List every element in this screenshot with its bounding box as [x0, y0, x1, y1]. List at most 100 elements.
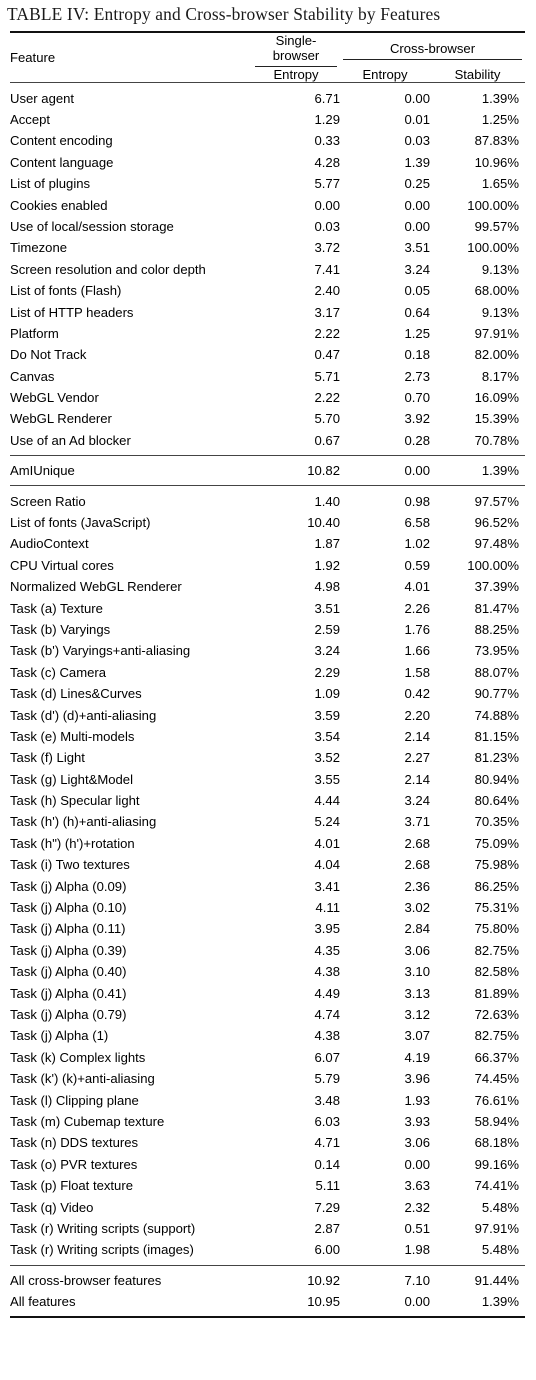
table-row: Task (d) Lines&Curves 1.09 0.42 90.77%	[10, 683, 525, 704]
cell-cross-browser-stability: 68.18%	[474, 1135, 519, 1151]
cell-cross-browser-entropy: 3.71	[404, 814, 430, 830]
cell-cross-browser-entropy: 0.64	[404, 304, 430, 320]
table-row: Task (o) PVR textures 0.14 0.00 99.16%	[10, 1154, 525, 1175]
cell-feature: Task (r) Writing scripts (support)	[10, 1220, 196, 1236]
table-row: Task (h') (h)+anti-aliasing 5.24 3.71 70.35…	[10, 811, 525, 832]
table-row: Task (l) Clipping plane 3.48 1.93 76.61%	[10, 1089, 525, 1110]
cell-cross-browser-entropy: 2.14	[404, 771, 430, 787]
table-row: WebGL Vendor 2.22 0.70 16.09%	[10, 387, 525, 408]
table-row: Content language 4.28 1.39 10.96%	[10, 152, 525, 173]
cell-feature: Task (j) Alpha (0.11)	[10, 921, 126, 937]
cell-single-browser-entropy: 6.07	[314, 1049, 340, 1065]
cell-feature: Task (d) Lines&Curves	[10, 686, 142, 702]
cell-feature: CPU Virtual cores	[10, 557, 114, 573]
table-row: All cross-browser features 10.92 7.10 91.44…	[10, 1270, 525, 1291]
cell-single-browser-entropy: 0.03	[314, 218, 340, 234]
table-row: Screen Ratio 1.40 0.98 97.57%	[10, 490, 525, 511]
table-row: WebGL Renderer 5.70 3.92 15.39%	[10, 408, 525, 429]
cell-single-browser-entropy: 4.28	[314, 154, 340, 170]
cell-feature: Use of an Ad blocker	[10, 432, 131, 448]
cell-cross-browser-entropy: 0.51	[404, 1220, 430, 1236]
cell-feature: Use of local/session storage	[10, 218, 174, 234]
cell-feature: Task (j) Alpha (0.41)	[10, 985, 127, 1001]
cell-feature: WebGL Renderer	[10, 411, 112, 427]
cell-single-browser-entropy: 5.79	[314, 1071, 340, 1087]
cell-single-browser-entropy: 3.59	[314, 707, 340, 723]
cell-feature: List of plugins	[10, 176, 91, 192]
table-row: Do Not Track 0.47 0.18 82.00%	[10, 344, 525, 365]
cell-cross-browser-entropy: 3.63	[404, 1178, 430, 1194]
cell-cross-browser-entropy: 3.24	[404, 793, 430, 809]
cell-feature: Task (m) Cubemap texture	[10, 1113, 165, 1129]
cell-cross-browser-stability: 81.47%	[474, 600, 519, 616]
table-row: Task (j) Alpha (0.09) 3.41 2.36 86.25%	[10, 875, 525, 896]
cell-single-browser-entropy: 10.82	[307, 463, 340, 479]
cell-single-browser-entropy: 3.52	[314, 750, 340, 766]
cell-single-browser-entropy: 4.35	[314, 942, 340, 958]
cell-cross-browser-stability: 82.75%	[474, 1028, 519, 1044]
cell-cross-browser-stability: 75.98%	[474, 857, 519, 873]
table-row: Task (m) Cubemap texture 6.03 3.93 58.94%	[10, 1111, 525, 1132]
cell-cross-browser-entropy: 3.06	[404, 1135, 430, 1151]
cell-feature: Screen Ratio	[10, 493, 86, 509]
table-row: Task (f) Light 3.52 2.27 81.23%	[10, 747, 525, 768]
table-caption: TABLE IV: Entropy and Cross-browser Stab…	[7, 4, 441, 24]
cell-cross-browser-stability: 1.39%	[481, 463, 519, 479]
cell-cross-browser-entropy: 1.76	[404, 621, 430, 637]
cell-feature: Task (k') (k)+anti-aliasing	[10, 1071, 155, 1087]
cell-cross-browser-entropy: 0.00	[404, 463, 430, 479]
cell-single-browser-entropy: 3.48	[314, 1092, 340, 1108]
table-row: List of plugins 5.77 0.25 1.65%	[10, 173, 525, 194]
cell-cross-browser-entropy: 2.68	[404, 857, 430, 873]
cell-single-browser-entropy: 0.14	[314, 1156, 340, 1172]
column-header-cross-entropy: Entropy	[362, 67, 408, 83]
cell-single-browser-entropy: 6.00	[314, 1242, 340, 1258]
table-row: List of fonts (JavaScript) 10.40 6.58 96.52…	[10, 512, 525, 533]
cell-feature: Task (i) Two textures	[10, 857, 130, 873]
cell-cross-browser-stability: 70.35%	[474, 814, 519, 830]
cell-feature: WebGL Vendor	[10, 390, 99, 406]
cell-feature: All cross-browser features	[10, 1272, 162, 1288]
cell-single-browser-entropy: 1.40	[314, 493, 340, 509]
cell-cross-browser-stability: 5.48%	[481, 1199, 519, 1215]
cell-cross-browser-stability: 87.83%	[474, 133, 519, 149]
table-row: Content encoding 0.33 0.03 87.83%	[10, 130, 525, 151]
table-row: Timezone 3.72 3.51 100.00%	[10, 237, 525, 258]
table-row: Task (j) Alpha (0.39) 4.35 3.06 82.75%	[10, 940, 525, 961]
column-group-single-browser: Single-browser	[252, 33, 340, 68]
table-row: Task (b) Varyings 2.59 1.76 88.25%	[10, 619, 525, 640]
cell-feature: Do Not Track	[10, 347, 87, 363]
cell-cross-browser-entropy: 3.96	[404, 1071, 430, 1087]
cell-single-browser-entropy: 7.29	[314, 1199, 340, 1215]
cell-cross-browser-stability: 100.00%	[467, 240, 519, 256]
cell-single-browser-entropy: 0.00	[314, 197, 340, 213]
cell-feature: Platform	[10, 325, 59, 341]
cell-feature: Task (j) Alpha (0.10)	[10, 900, 127, 916]
cell-cross-browser-entropy: 2.73	[404, 368, 430, 384]
cell-feature: List of fonts (JavaScript)	[10, 515, 151, 531]
table-row: User agent 6.71 0.00 1.39%	[10, 87, 525, 108]
cell-cross-browser-entropy: 2.14	[404, 728, 430, 744]
cell-cross-browser-entropy: 0.25	[404, 176, 430, 192]
cell-single-browser-entropy: 5.71	[314, 368, 340, 384]
cell-cross-browser-stability: 82.75%	[474, 942, 519, 958]
cell-single-browser-entropy: 10.40	[307, 515, 340, 531]
cell-feature: AudioContext	[10, 536, 89, 552]
cell-single-browser-entropy: 3.55	[314, 771, 340, 787]
cell-cross-browser-stability: 82.58%	[474, 964, 519, 980]
table-row: List of fonts (Flash) 2.40 0.05 68.00%	[10, 280, 525, 301]
cell-cross-browser-stability: 10.96%	[474, 154, 519, 170]
cell-cross-browser-entropy: 0.00	[404, 1156, 430, 1172]
cell-cross-browser-entropy: 0.00	[404, 197, 430, 213]
cell-single-browser-entropy: 4.74	[314, 1007, 340, 1022]
table-row: Task (c) Camera 2.29 1.58 88.07%	[10, 662, 525, 683]
cell-cross-browser-entropy: 1.58	[404, 664, 430, 680]
cell-single-browser-entropy: 1.09	[314, 686, 340, 702]
cell-cross-browser-stability: 9.13%	[481, 261, 519, 277]
cell-feature: Cookies enabled	[10, 197, 108, 213]
cell-single-browser-entropy: 2.40	[314, 283, 340, 299]
cell-feature: Task (p) Float texture	[10, 1178, 133, 1194]
table-row: Task (i) Two textures 4.04 2.68 75.98%	[10, 854, 525, 875]
cell-single-browser-entropy: 2.22	[314, 390, 340, 406]
cell-cross-browser-stability: 5.48%	[481, 1242, 519, 1258]
